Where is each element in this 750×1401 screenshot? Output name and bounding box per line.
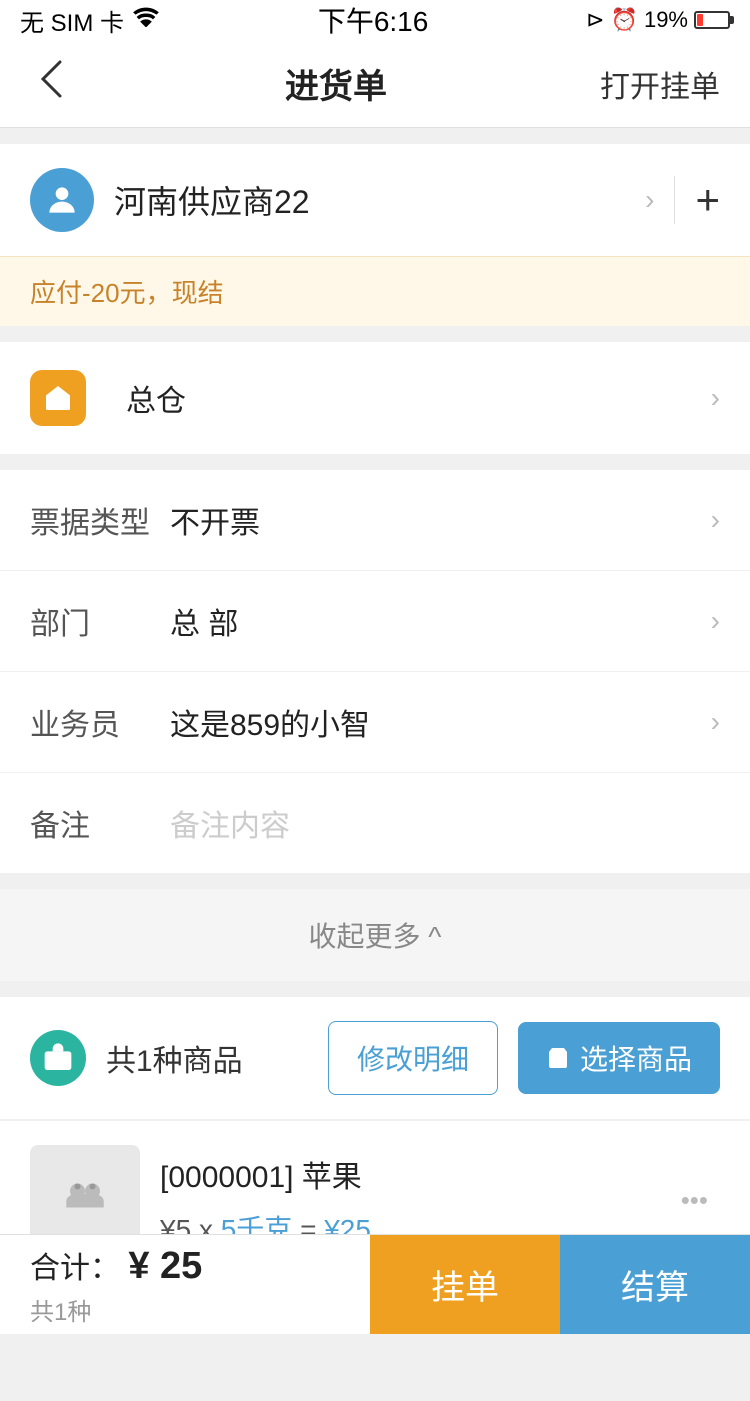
staff-value: 这是859的小智 [170, 700, 701, 744]
staff-row[interactable]: 业务员 这是859的小智 › [0, 672, 750, 773]
pending-button[interactable]: 挂单 [370, 1235, 560, 1334]
total-amount: ¥ 25 [128, 1245, 202, 1287]
supplier-avatar [30, 168, 94, 232]
product-header: 共1种商品 修改明细 选择商品 [0, 997, 750, 1119]
footer-total: 合计： ¥ 25 共1种 [0, 1235, 370, 1334]
product-name: [0000001] 苹果 [160, 1152, 649, 1196]
product-more-button[interactable]: ••• [669, 1177, 720, 1224]
status-bar: 无 SIM 卡 下午6:16 ⊳ ⏰ 19% [0, 0, 750, 40]
invoice-label: 票据类型 [30, 498, 150, 542]
dept-row[interactable]: 部门 总 部 › [0, 571, 750, 672]
warehouse-name: 总仓 [126, 376, 701, 420]
staff-chevron-icon: › [711, 706, 720, 738]
supplier-row[interactable]: 河南供应商22 › + [0, 144, 750, 256]
collapse-row[interactable]: 收起更多 ^ [0, 889, 750, 981]
modify-detail-button[interactable]: 修改明细 [328, 1021, 498, 1095]
open-pending-button[interactable]: 打开挂单 [600, 62, 720, 106]
product-section-icon [30, 1030, 86, 1086]
signal-text: 无 SIM 卡 [20, 3, 124, 38]
invoice-value: 不开票 [170, 498, 701, 542]
warehouse-row[interactable]: 总仓 › [0, 342, 750, 454]
supplier-section: 河南供应商22 › + 应付-20元，现结 [0, 144, 750, 326]
select-product-button[interactable]: 选择商品 [518, 1022, 720, 1094]
staff-label: 业务员 [30, 700, 150, 744]
status-left: 无 SIM 卡 [20, 3, 160, 38]
invoice-row[interactable]: 票据类型 不开票 › [0, 470, 750, 571]
checkout-button[interactable]: 结算 [560, 1235, 750, 1334]
alarm-icon: ⏰ [611, 7, 638, 33]
dept-label: 部门 [30, 599, 150, 643]
warehouse-chevron-icon: › [711, 382, 720, 414]
supplier-name: 河南供应商22 [114, 177, 635, 223]
footer: 合计： ¥ 25 共1种 挂单 结算 [0, 1234, 750, 1334]
back-button[interactable] [30, 50, 72, 117]
remark-row[interactable]: 备注 备注内容 [0, 773, 750, 873]
wifi-icon [132, 6, 160, 34]
total-sub-label: 共1种 [30, 1292, 340, 1327]
payment-info-banner: 应付-20元，现结 [0, 256, 750, 326]
warehouse-section: 总仓 › [0, 342, 750, 454]
page-title: 进货单 [285, 59, 387, 108]
add-supplier-button[interactable]: + [695, 179, 720, 221]
collapse-label: 收起更多 ^ [309, 921, 442, 952]
nav-bar: 进货单 打开挂单 [0, 40, 750, 128]
supplier-divider [674, 176, 675, 224]
remark-input[interactable]: 备注内容 [170, 801, 720, 845]
remark-label: 备注 [30, 801, 150, 845]
invoice-chevron-icon: › [711, 504, 720, 536]
product-count-label: 共1种商品 [106, 1036, 308, 1080]
warehouse-icon [30, 370, 86, 426]
total-label: 合计： [30, 1252, 120, 1285]
supplier-chevron-icon: › [645, 184, 654, 216]
dept-chevron-icon: › [711, 605, 720, 637]
cart-icon [546, 1046, 570, 1070]
status-right: ⊳ ⏰ 19% [586, 7, 730, 33]
select-product-label: 选择商品 [580, 1038, 692, 1078]
battery-percent: 19% [644, 7, 688, 33]
form-section: 票据类型 不开票 › 部门 总 部 › 业务员 这是859的小智 › 备注 备注… [0, 470, 750, 873]
battery-icon [694, 11, 730, 29]
time-display: 下午6:16 [318, 0, 429, 40]
dept-value: 总 部 [170, 599, 701, 643]
location-icon: ⊳ [586, 7, 604, 33]
